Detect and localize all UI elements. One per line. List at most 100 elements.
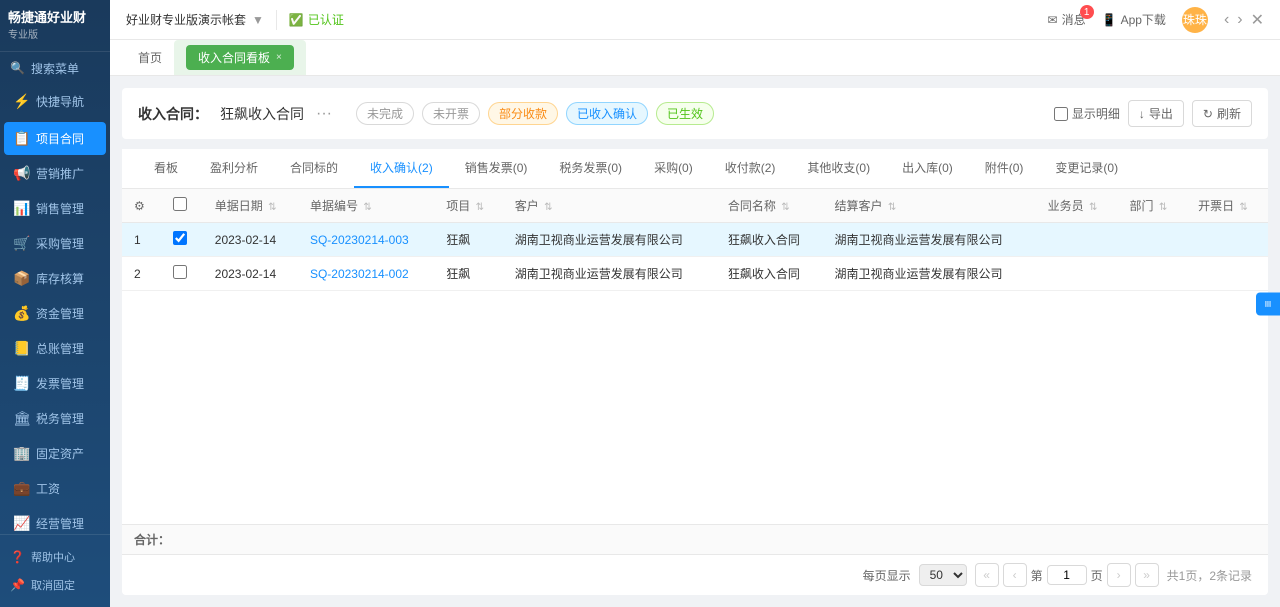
sidebar-item-marketing[interactable]: 📢 营销推广	[4, 157, 106, 190]
nav-prev-icon[interactable]: ‹	[1224, 11, 1229, 29]
refresh-icon: ↻	[1203, 107, 1213, 121]
cell-checkbox-2[interactable]	[161, 257, 203, 291]
contract-actions: 显示明细 ↓ 导出 ↻ 刷新	[1054, 100, 1252, 127]
cell-customer-1: 湖南卫视商业运营发展有限公司	[503, 223, 716, 257]
asset-icon: 🏢	[14, 445, 30, 461]
column-settings-icon[interactable]: ⚙	[134, 199, 145, 213]
page-last-button[interactable]: »	[1135, 563, 1159, 587]
sidebar-item-fund[interactable]: 💰 资金管理	[4, 297, 106, 330]
page-prev-button[interactable]: ‹	[1003, 563, 1027, 587]
total-label: 合计：	[134, 531, 170, 548]
sidebar-item-ops-label: 经营管理	[36, 515, 84, 532]
row-checkbox-1[interactable]	[173, 231, 187, 245]
tab-home-label: 首页	[138, 49, 162, 66]
th-department[interactable]: 部门 ⇅	[1118, 189, 1187, 223]
table-header-row: ⚙ 单据日期 ⇅ 单据编号 ⇅	[122, 189, 1268, 223]
data-table: ⚙ 单据日期 ⇅ 单据编号 ⇅	[122, 189, 1268, 291]
th-project[interactable]: 项目 ⇅	[434, 189, 503, 223]
subtab-attachment-label: 附件(0)	[985, 161, 1024, 175]
th-number[interactable]: 单据编号 ⇅	[298, 189, 434, 223]
sidebar-item-invoice-label: 发票管理	[36, 375, 84, 392]
sidebar-item-inventory[interactable]: 📦 库存核算	[4, 262, 106, 295]
contract-more-button[interactable]: ···	[316, 105, 332, 123]
row-checkbox-2[interactable]	[173, 265, 187, 279]
page-first-button[interactable]: «	[975, 563, 999, 587]
status-tag-incomplete: 未完成	[356, 102, 414, 125]
per-page-select[interactable]: 50	[919, 564, 967, 586]
subtab-contract-std[interactable]: 合同标的	[274, 149, 354, 188]
subtab-payment[interactable]: 收付款(2)	[709, 149, 792, 188]
contract-header: 收入合同： 狂飙收入合同 ··· 未完成 未开票 部分收款 已收入确认 已生效 …	[122, 88, 1268, 139]
float-action-button[interactable]: ≡	[1256, 292, 1280, 315]
user-avatar[interactable]: 珠珠	[1182, 7, 1208, 33]
nav-close-icon[interactable]: ✕	[1251, 10, 1264, 30]
sidebar-item-asset[interactable]: 🏢 固定资产	[4, 437, 106, 470]
table-row[interactable]: 2 2023-02-14 SQ-20230214-002 狂飙 湖南卫视商业运营…	[122, 257, 1268, 291]
subtab-income-confirm[interactable]: 收入确认(2)	[354, 149, 449, 188]
th-contract-name[interactable]: 合同名称 ⇅	[716, 189, 823, 223]
company-selector[interactable]: 好业财专业版演示帐套 ▼	[126, 11, 264, 28]
status-tag-effective: 已生效	[656, 102, 714, 125]
topbar-nav-icons: ‹ › ✕	[1224, 10, 1264, 30]
cell-checkbox-1[interactable]	[161, 223, 203, 257]
subtab-purchase[interactable]: 采购(0)	[638, 149, 709, 188]
quick-nav-icon: ⚡	[14, 93, 30, 109]
sidebar-item-project[interactable]: 📋 项目合同	[4, 122, 106, 155]
th-customer[interactable]: 客户 ⇅	[503, 189, 716, 223]
subtab-attachment[interactable]: 附件(0)	[969, 149, 1040, 188]
table-row[interactable]: 1 2023-02-14 SQ-20230214-003 狂飙 湖南卫视商业运营…	[122, 223, 1268, 257]
export-button[interactable]: ↓ 导出	[1128, 100, 1184, 127]
sidebar-item-sales-label: 销售管理	[36, 200, 84, 217]
subtab-profit[interactable]: 盈利分析	[194, 149, 274, 188]
subtab-dashboard[interactable]: 看板	[138, 149, 194, 188]
topbar-divider-1	[276, 10, 277, 30]
subtab-sales-invoice-label: 销售发票(0)	[465, 161, 528, 175]
th-final-customer[interactable]: 结算客户 ⇅	[823, 189, 1036, 223]
tab-home[interactable]: 首页	[126, 40, 174, 75]
subtab-tax-invoice-label: 税务发票(0)	[559, 161, 622, 175]
sidebar-item-labor[interactable]: 💼 工资	[4, 472, 106, 505]
subtab-tax-invoice[interactable]: 税务发票(0)	[543, 149, 638, 188]
cell-number-1: SQ-20230214-003	[298, 223, 434, 257]
subtab-change-log[interactable]: 变更记录(0)	[1039, 149, 1134, 188]
th-salesperson[interactable]: 业务员 ⇅	[1036, 189, 1118, 223]
cell-number-link-1[interactable]: SQ-20230214-003	[310, 233, 409, 247]
refresh-label: 刷新	[1217, 105, 1241, 122]
sidebar-item-sales[interactable]: 📊 销售管理	[4, 192, 106, 225]
app-download-button[interactable]: 📱 App下载	[1102, 11, 1166, 28]
sidebar-item-quick-nav[interactable]: ⚡ 快捷导航	[4, 85, 106, 118]
tab-income-contract[interactable]: 收入合同看板 ×	[174, 40, 306, 75]
certified-badge: ✅ 已认证	[289, 11, 344, 28]
export-label: 导出	[1149, 105, 1173, 122]
sidebar-item-labor-label: 工资	[36, 480, 60, 497]
sidebar-item-purchase[interactable]: 🛒 采购管理	[4, 227, 106, 260]
cell-number-link-2[interactable]: SQ-20230214-002	[310, 267, 409, 281]
message-button[interactable]: ✉ 1 消息	[1048, 11, 1086, 28]
sidebar-item-invoice[interactable]: 🧾 发票管理	[4, 367, 106, 400]
sidebar-bottom-help[interactable]: ❓ 帮助中心	[0, 543, 110, 571]
search-menu[interactable]: 🔍 搜索菜单	[0, 52, 110, 85]
cell-date-1: 2023-02-14	[203, 223, 298, 257]
sidebar-item-ops[interactable]: 📈 经营管理	[4, 507, 106, 534]
cell-number-2: SQ-20230214-002	[298, 257, 434, 291]
th-salesperson-label: 业务员	[1048, 199, 1084, 213]
refresh-button[interactable]: ↻ 刷新	[1192, 100, 1252, 127]
sidebar-item-general[interactable]: 📒 总账管理	[4, 332, 106, 365]
show-detail-checkbox[interactable]	[1054, 107, 1068, 121]
page-label: 第	[1031, 567, 1043, 584]
nav-next-icon[interactable]: ›	[1237, 11, 1242, 29]
sidebar-item-tax[interactable]: 🏛 税务管理	[4, 402, 106, 435]
show-detail-toggle[interactable]: 显示明细	[1054, 100, 1120, 127]
th-open-date[interactable]: 开票日 ⇅	[1186, 189, 1268, 223]
th-date[interactable]: 单据日期 ⇅	[203, 189, 298, 223]
subtab-other-income[interactable]: 其他收支(0)	[791, 149, 886, 188]
subtab-payment-label: 收付款(2)	[725, 161, 776, 175]
subtab-sales-invoice[interactable]: 销售发票(0)	[449, 149, 544, 188]
sidebar-bottom-pin[interactable]: 📌 取消固定	[0, 571, 110, 599]
page-input[interactable]	[1047, 565, 1087, 585]
tab-close-button[interactable]: ×	[276, 52, 282, 63]
table-scroll[interactable]: ⚙ 单据日期 ⇅ 单据编号 ⇅	[122, 189, 1268, 524]
subtab-warehouse[interactable]: 出入库(0)	[886, 149, 969, 188]
page-next-button[interactable]: ›	[1107, 563, 1131, 587]
select-all-checkbox[interactable]	[173, 197, 187, 211]
